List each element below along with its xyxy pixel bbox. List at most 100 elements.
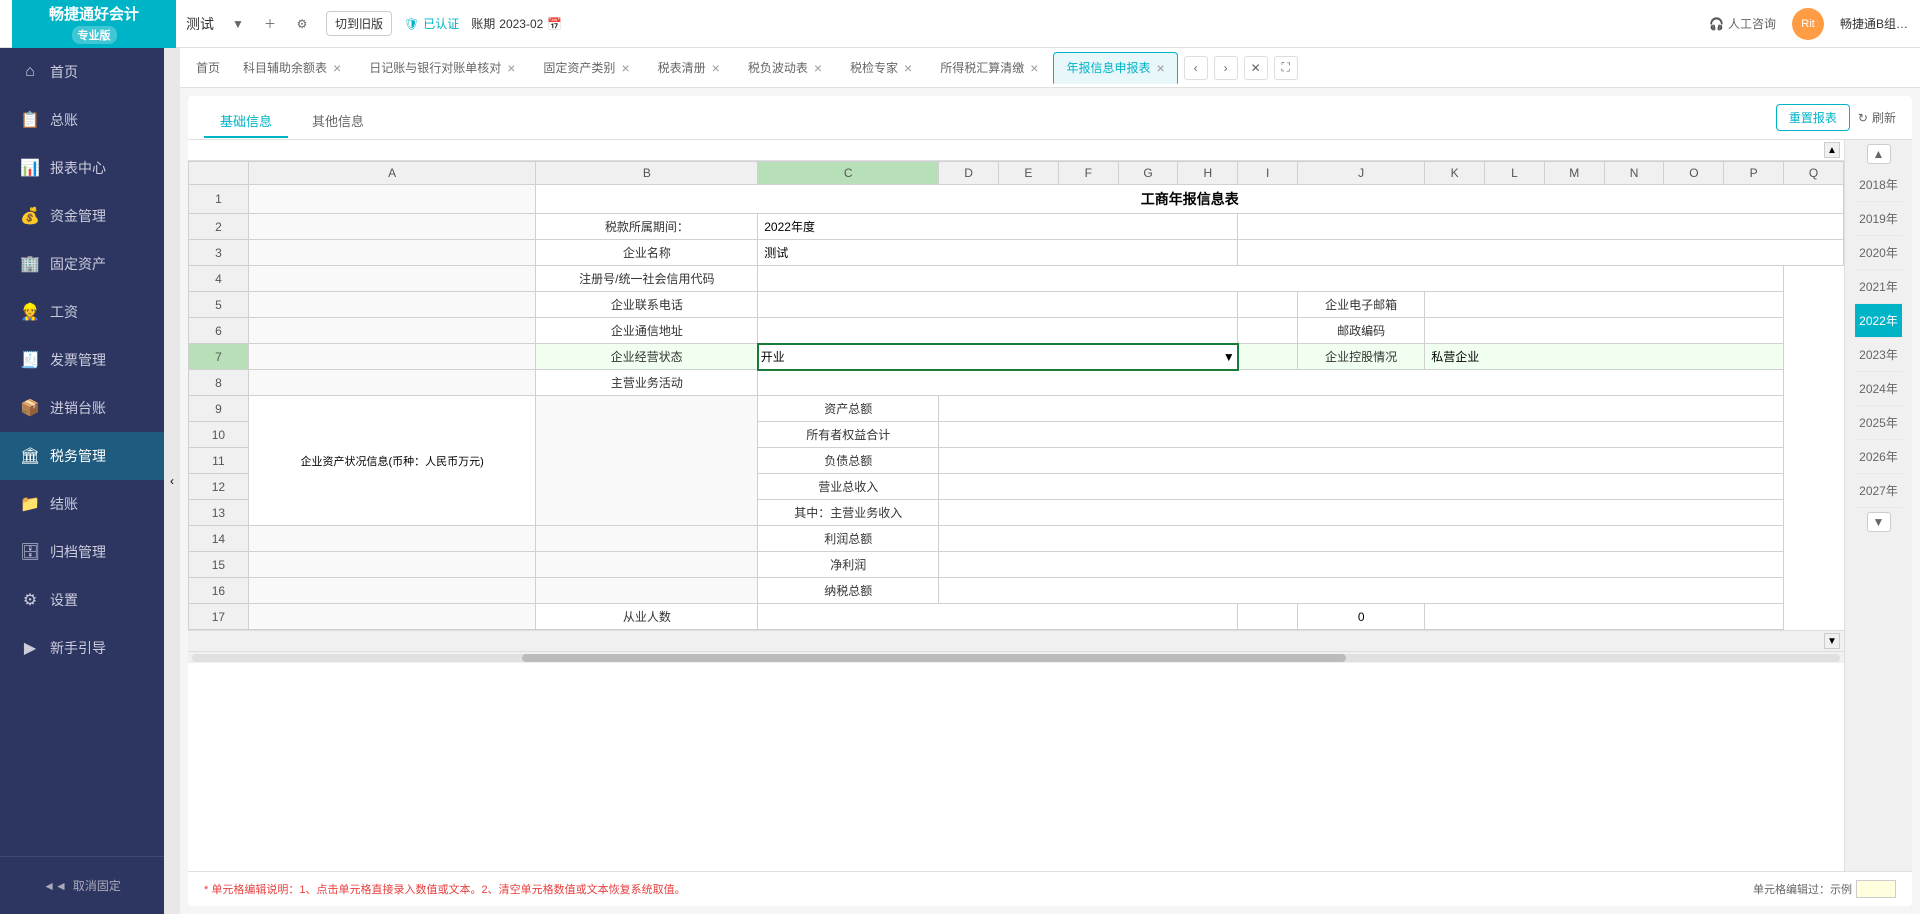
sidebar-item-assets[interactable]: 🏢 固定资产 [0, 240, 164, 288]
tab-tax_wave[interactable]: 税负波动表× [735, 52, 835, 84]
total-assets-value[interactable] [939, 396, 1784, 422]
main-business-value[interactable] [758, 370, 1784, 396]
tab-close-icon[interactable]: × [621, 61, 629, 75]
scrollbar-track[interactable] [192, 654, 1840, 662]
year-item-2021年[interactable]: 2021年 [1855, 270, 1902, 304]
avatar[interactable]: Rit [1792, 8, 1824, 40]
tab-next-button[interactable]: › [1214, 56, 1238, 80]
sidebar-item-guide[interactable]: ▶ 新手引导 [0, 624, 164, 672]
dropdown-icon[interactable]: ▼ [226, 12, 250, 36]
holding-type-value[interactable]: 私营企业 [1425, 344, 1784, 370]
col-header-m[interactable]: M [1544, 162, 1604, 185]
col-header-a[interactable]: A [248, 162, 536, 185]
col-header-j[interactable]: J [1298, 162, 1425, 185]
tab-close-icon[interactable]: × [712, 61, 720, 75]
liabilities-value[interactable] [939, 448, 1784, 474]
year-item-2019年[interactable]: 2019年 [1855, 202, 1902, 236]
postal-code-value[interactable] [1425, 318, 1784, 344]
tax-total-value[interactable] [939, 578, 1784, 604]
switch-version-button[interactable]: 切到旧版 [326, 11, 392, 36]
tab-annual[interactable]: 年报信息申报表× [1053, 52, 1177, 84]
equity-value[interactable] [939, 422, 1784, 448]
tab-close-icon[interactable]: × [1030, 61, 1038, 75]
year-down-button[interactable]: ▼ [1867, 512, 1891, 532]
year-item-2025年[interactable]: 2025年 [1855, 406, 1902, 440]
pin-button[interactable]: ◄◄ 取消固定 [0, 867, 164, 904]
col-header-i[interactable]: I [1238, 162, 1298, 185]
sidebar-item-reports[interactable]: 📊 报表中心 [0, 144, 164, 192]
sidebar-item-archive[interactable]: 🗄 归档管理 [0, 528, 164, 576]
col-header-e[interactable]: E [999, 162, 1059, 185]
profit-value[interactable] [939, 526, 1784, 552]
sidebar-item-settings[interactable]: ⚙ 设置 [0, 576, 164, 624]
sidebar-item-salary[interactable]: 👷 工资 [0, 288, 164, 336]
year-up-button[interactable]: ▲ [1867, 144, 1891, 164]
address-value[interactable] [758, 318, 1238, 344]
tab-close-icon[interactable]: × [1156, 61, 1164, 75]
tab-close-icon[interactable]: × [333, 61, 341, 75]
scroll-down-btn[interactable]: ▼ [1824, 633, 1840, 649]
col-header-k[interactable]: K [1425, 162, 1485, 185]
tab-home[interactable]: 首页 [188, 59, 228, 76]
sidebar-collapse-handle[interactable]: ‹ [164, 48, 180, 914]
net-profit-value[interactable] [939, 552, 1784, 578]
tax-period-value[interactable]: 2022年度 [758, 214, 1238, 240]
add-icon[interactable]: ＋ [258, 12, 282, 36]
calendar-icon[interactable]: 📅 [547, 17, 562, 31]
col-header-p[interactable]: P [1724, 162, 1784, 185]
col-header-d[interactable]: D [939, 162, 999, 185]
reg-code-value[interactable] [758, 266, 1784, 292]
sidebar-item-cash[interactable]: 💰 资金管理 [0, 192, 164, 240]
col-header-b[interactable]: B [536, 162, 758, 185]
sidebar-item-close[interactable]: 📁 结账 [0, 480, 164, 528]
subtab-basic[interactable]: 基础信息 [204, 105, 288, 138]
year-item-2027年[interactable]: 2027年 [1855, 474, 1902, 508]
sidebar-item-ledger[interactable]: 📋 总账 [0, 96, 164, 144]
tab-prev-button[interactable]: ‹ [1184, 56, 1208, 80]
year-item-2024年[interactable]: 2024年 [1855, 372, 1902, 406]
reset-button[interactable]: 重置报表 [1776, 104, 1850, 131]
email-value[interactable] [1425, 292, 1784, 318]
year-item-2026年[interactable]: 2026年 [1855, 440, 1902, 474]
tab-expand-button[interactable]: ⛶ [1274, 56, 1298, 80]
main-revenue-value[interactable] [939, 500, 1784, 526]
sidebar-item-stock[interactable]: 📦 进销台账 [0, 384, 164, 432]
col-header-f[interactable]: F [1058, 162, 1118, 185]
year-item-2018年[interactable]: 2018年 [1855, 168, 1902, 202]
employees-value[interactable]: 0 [1298, 604, 1425, 630]
scrollbar-thumb[interactable] [522, 654, 1346, 662]
sidebar-item-tax[interactable]: 🏛 税务管理 [0, 432, 164, 480]
spreadsheet-title[interactable]: 工商年报信息表 [536, 185, 1844, 214]
year-item-2022年[interactable]: 2022年 [1855, 304, 1902, 338]
sidebar-item-invoice[interactable]: 🧾 发票管理 [0, 336, 164, 384]
tab-fixed_cat[interactable]: 固定资产类别× [530, 52, 642, 84]
horizontal-scrollbar[interactable] [188, 651, 1844, 663]
col-header-o[interactable]: O [1664, 162, 1724, 185]
tab-close-icon[interactable]: × [507, 61, 515, 75]
phone-value[interactable] [758, 292, 1238, 318]
settings-icon[interactable]: ⚙ [290, 12, 314, 36]
tab-journal[interactable]: 日记账与银行对账单核对× [356, 52, 528, 84]
year-item-2020年[interactable]: 2020年 [1855, 236, 1902, 270]
year-item-2023年[interactable]: 2023年 [1855, 338, 1902, 372]
revenue-value[interactable] [939, 474, 1784, 500]
tab-close-icon[interactable]: × [904, 61, 912, 75]
col-header-h[interactable]: H [1178, 162, 1238, 185]
business-status-dropdown[interactable]: 开业 ▼ [758, 344, 1238, 370]
tab-close-all-button[interactable]: ✕ [1244, 56, 1268, 80]
col-header-c[interactable]: C [758, 162, 939, 185]
support-button[interactable]: 🎧 人工咨询 [1709, 15, 1776, 32]
tab-tax_check[interactable]: 税检专家× [837, 52, 925, 84]
tab-tax_list[interactable]: 税表清册× [645, 52, 733, 84]
company-name-value[interactable]: 测试 [758, 240, 1238, 266]
sidebar-item-home[interactable]: ⌂ 首页 [0, 48, 164, 96]
tab-close-icon[interactable]: × [814, 61, 822, 75]
logo[interactable]: 畅捷通好会计 专业版 [12, 0, 176, 48]
spreadsheet-main[interactable]: ▲ A B C D E F G [188, 140, 1844, 871]
col-header-g[interactable]: G [1118, 162, 1178, 185]
tab-aux[interactable]: 科目辅助余额表× [230, 52, 354, 84]
col-header-n[interactable]: N [1604, 162, 1664, 185]
subtab-other[interactable]: 其他信息 [296, 105, 380, 138]
refresh-button[interactable]: ↻ 刷新 [1858, 104, 1896, 131]
scroll-up-btn[interactable]: ▲ [1824, 142, 1840, 158]
